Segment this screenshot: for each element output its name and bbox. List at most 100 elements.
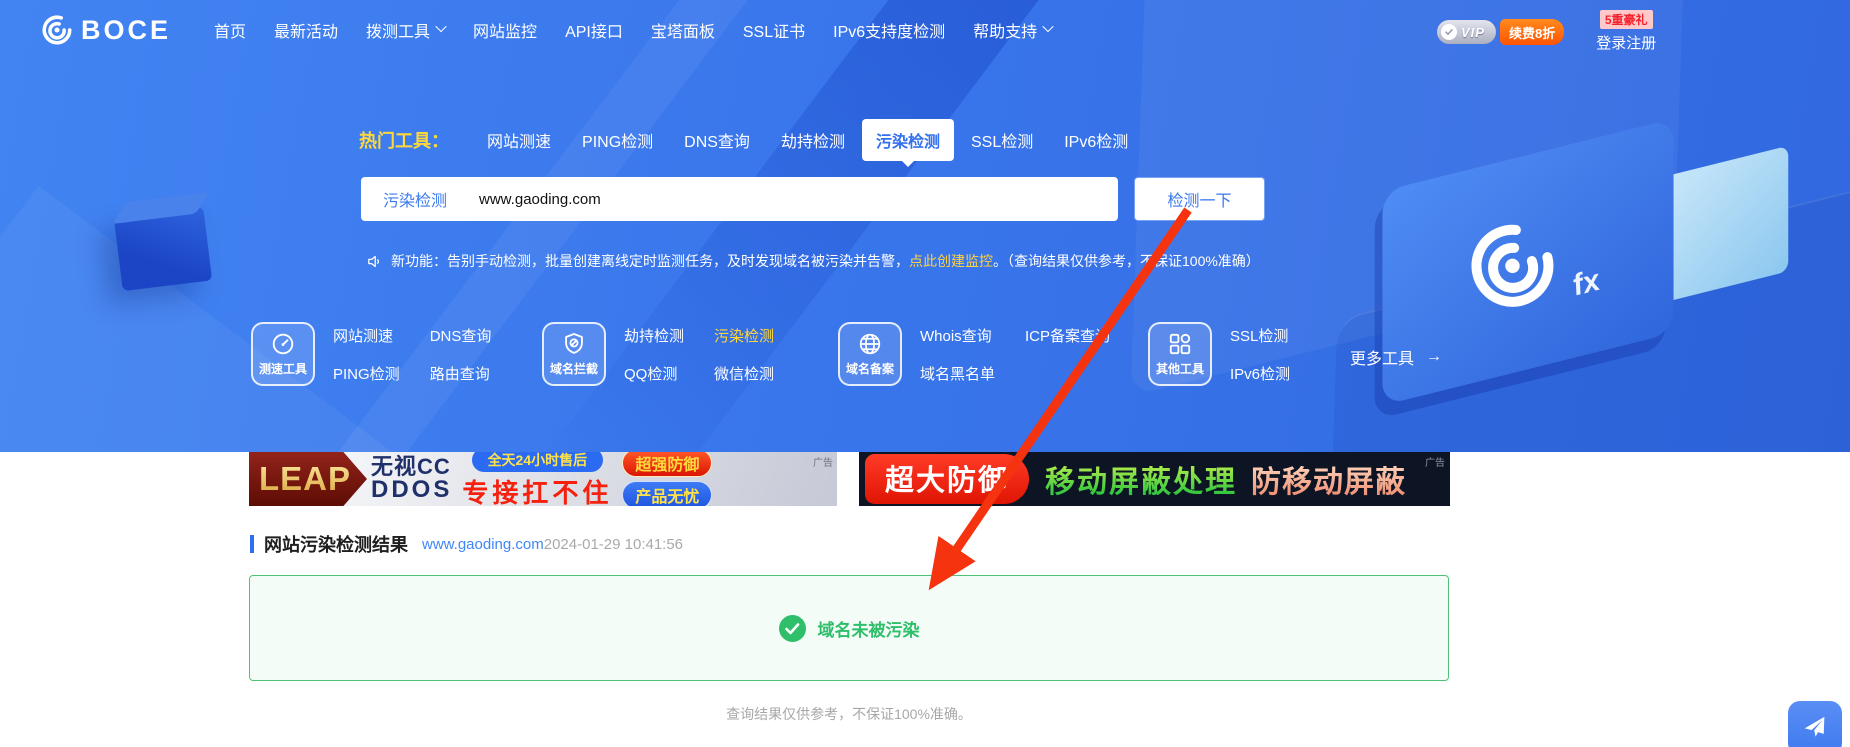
tab-dns-query[interactable]: DNS查询 (670, 119, 764, 161)
boce-pollution-check-page: fx BOCE 首页 最新活动 拨测工具 网站监控 API接口 宝塔面板 SSL… (0, 0, 1850, 747)
more-tools-link[interactable]: 更多工具 → (1350, 345, 1442, 369)
search-row: 污染检测 检测一下 (361, 177, 1265, 221)
result-disclaimer: 查询结果仅供参考，不保证100%准确。 (726, 706, 972, 722)
gauge-icon (272, 333, 294, 355)
ad-line1: 无视CC (371, 453, 451, 479)
tab-pollution-check-active[interactable]: 污染检测 (861, 119, 954, 167)
chevron-down-icon (435, 20, 447, 33)
domain-input[interactable] (479, 190, 1118, 208)
notice-prefix: 新功能：告别手动检测，批量创建离线定时监测任务，及时发现域名被污染并告警， (391, 253, 909, 269)
fx-label: fx (1568, 263, 1603, 303)
link-whois-query[interactable]: Whois查询 (920, 325, 995, 346)
ad-mid-column: 全天24小时售后 专接扛不住 (462, 452, 612, 506)
link-route-query[interactable]: 路由查询 (430, 363, 492, 384)
nav-item-dial-tools[interactable]: 拨测工具 (366, 18, 447, 42)
more-tools-label: 更多工具 (1350, 351, 1415, 368)
link-ipv6-check[interactable]: IPv6检测 (1230, 363, 1290, 384)
ad-defense-badge: 超大防御 (865, 454, 1030, 504)
ad-right-pills: 超强防御 产品无忧 (622, 452, 713, 506)
link-ping-check[interactable]: PING检测 (333, 363, 400, 384)
globe-icon (859, 333, 881, 355)
tool-group-domain-block: 域名拦截 劫持检测 污染检测 QQ检测 微信检测 (542, 322, 774, 386)
ad-banner-ddos[interactable]: LEAP 无视CC DDOS 全天24小时售后 专接扛不住 超强防御 产品无忧 … (249, 452, 837, 506)
vip-label: VIP (1461, 24, 1485, 40)
chevron-down-icon (1042, 20, 1054, 33)
ad-tag: 广告 (1425, 458, 1445, 469)
success-check-icon (778, 614, 806, 642)
result-timestamp: 2024-01-29 10:41:56 (543, 535, 684, 553)
nav-right-cluster: VIP 续费8折 5重豪礼 登录注册 (1437, 10, 1656, 53)
tab-ipv6-check[interactable]: IPv6检测 (1050, 119, 1142, 161)
nav-item-ipv6-support[interactable]: IPv6支持度检测 (833, 18, 945, 42)
login-cluster: 5重豪礼 登录注册 (1596, 10, 1656, 53)
renew-discount-badge[interactable]: 续费8折 (1499, 19, 1565, 45)
link-qq-check[interactable]: QQ检测 (624, 363, 684, 384)
nav-item-api[interactable]: API接口 (565, 18, 623, 42)
speed-tools-card[interactable]: 测速工具 (251, 322, 315, 386)
nav-item-bt-panel[interactable]: 宝塔面板 (651, 18, 715, 42)
domain-icp-card[interactable]: 域名备案 (838, 322, 902, 386)
link-wechat-check[interactable]: 微信检测 (714, 363, 774, 384)
nav-item-home[interactable]: 首页 (214, 18, 246, 42)
vip-badge[interactable]: VIP (1437, 20, 1496, 44)
tool-links: SSL检测 IPv6检测 (1230, 325, 1290, 384)
result-section-title: 网站污染检测结果 (264, 535, 408, 555)
arrow-right-icon: → (1426, 348, 1443, 365)
speaker-icon (368, 255, 379, 267)
notice-suffix: 。（查询结果仅供参考，不保证100%准确） (993, 253, 1260, 269)
gift-badge: 5重豪礼 (1599, 10, 1653, 29)
ad-pink-text: 防移动屏蔽 (1251, 457, 1406, 501)
fx-tile-content: fx (1453, 196, 1603, 328)
tool-links: 劫持检测 污染检测 QQ检测 微信检测 (624, 325, 774, 384)
tab-website-speed[interactable]: 网站测速 (473, 119, 565, 161)
nav-item-ssl-cert[interactable]: SSL证书 (743, 18, 805, 42)
section-title-bar (250, 535, 254, 553)
link-domain-blacklist[interactable]: 域名黑名单 (920, 363, 995, 384)
tool-links: 网站测速 DNS查询 PING检测 路由查询 (333, 325, 491, 384)
new-feature-notice: 新功能：告别手动检测，批量创建离线定时监测任务，及时发现域名被污染并告警，点此创… (366, 251, 1260, 271)
result-status-box: 域名未被污染 (249, 575, 1449, 681)
ad-leap-segment: LEAP (249, 452, 367, 506)
ad-green-text: 移动屏蔽处理 (1045, 457, 1237, 501)
tool-card-label: 域名备案 (845, 362, 894, 376)
link-hijack-check[interactable]: 劫持检测 (624, 325, 684, 346)
notice-text: 新功能：告别手动检测，批量创建离线定时监测任务，及时发现域名被污染并告警，点此创… (391, 251, 1260, 271)
link-website-speed[interactable]: 网站测速 (333, 325, 400, 346)
link-pollution-check-current[interactable]: 污染检测 (714, 325, 774, 346)
check-now-button[interactable]: 检测一下 (1134, 177, 1265, 221)
search-box: 污染检测 (361, 177, 1118, 221)
boce-swirl-icon (1471, 224, 1554, 307)
ad-defense-pill: 超强防御 (622, 452, 713, 477)
nav-item-help[interactable]: 帮助支持 (973, 18, 1054, 42)
ad-service-pill: 全天24小时售后 (471, 452, 604, 472)
link-dns-query[interactable]: DNS查询 (430, 325, 492, 346)
search-category-label: 污染检测 (383, 193, 448, 210)
tab-ping-check[interactable]: PING检测 (568, 119, 667, 161)
login-register-link[interactable]: 登录注册 (1596, 32, 1656, 53)
boce-logo[interactable]: BOCE (40, 13, 171, 47)
hot-tools-label: 热门工具： (359, 131, 449, 151)
nav-item-activities[interactable]: 最新活动 (274, 18, 338, 42)
ad-tag: 广告 (813, 458, 833, 469)
result-domain-link[interactable]: www.gaoding.com (422, 536, 544, 553)
status-text: 域名未被污染 (817, 620, 920, 640)
nav-item-site-monitor[interactable]: 网站监控 (473, 18, 537, 42)
nav-menu: 首页 最新活动 拨测工具 网站监控 API接口 宝塔面板 SSL证书 IPv6支… (214, 0, 1054, 60)
tab-hijack-check[interactable]: 劫持检测 (767, 119, 859, 161)
tool-group-speed: 测速工具 网站测速 DNS查询 PING检测 路由查询 (251, 322, 491, 386)
top-navbar: BOCE 首页 最新活动 拨测工具 网站监控 API接口 宝塔面板 SSL证书 … (0, 0, 1850, 60)
other-tools-card[interactable]: 其他工具 (1148, 322, 1212, 386)
ad-banner-shield[interactable]: 超大防御 移动屏蔽处理 防移动屏蔽 广告 (859, 452, 1450, 506)
vip-check-icon (1441, 24, 1457, 40)
send-feedback-button[interactable] (1788, 701, 1842, 747)
shield-block-icon (565, 333, 583, 354)
paper-plane-icon (1804, 716, 1825, 737)
create-monitor-link[interactable]: 点此创建监控 (909, 253, 993, 269)
ad-line2: DDOS (371, 475, 453, 503)
link-icp-record-query[interactable]: ICP备案查询 (1025, 325, 1110, 346)
tab-ssl-check[interactable]: SSL检测 (957, 119, 1047, 161)
tool-card-label: 其他工具 (1155, 362, 1204, 376)
link-ssl-check[interactable]: SSL检测 (1230, 325, 1290, 346)
domain-block-card[interactable]: 域名拦截 (542, 322, 606, 386)
hot-tools-row: 热门工具： 网站测速 PING检测 DNS查询 劫持检测 污染检测 SSL检测 … (359, 119, 1145, 167)
